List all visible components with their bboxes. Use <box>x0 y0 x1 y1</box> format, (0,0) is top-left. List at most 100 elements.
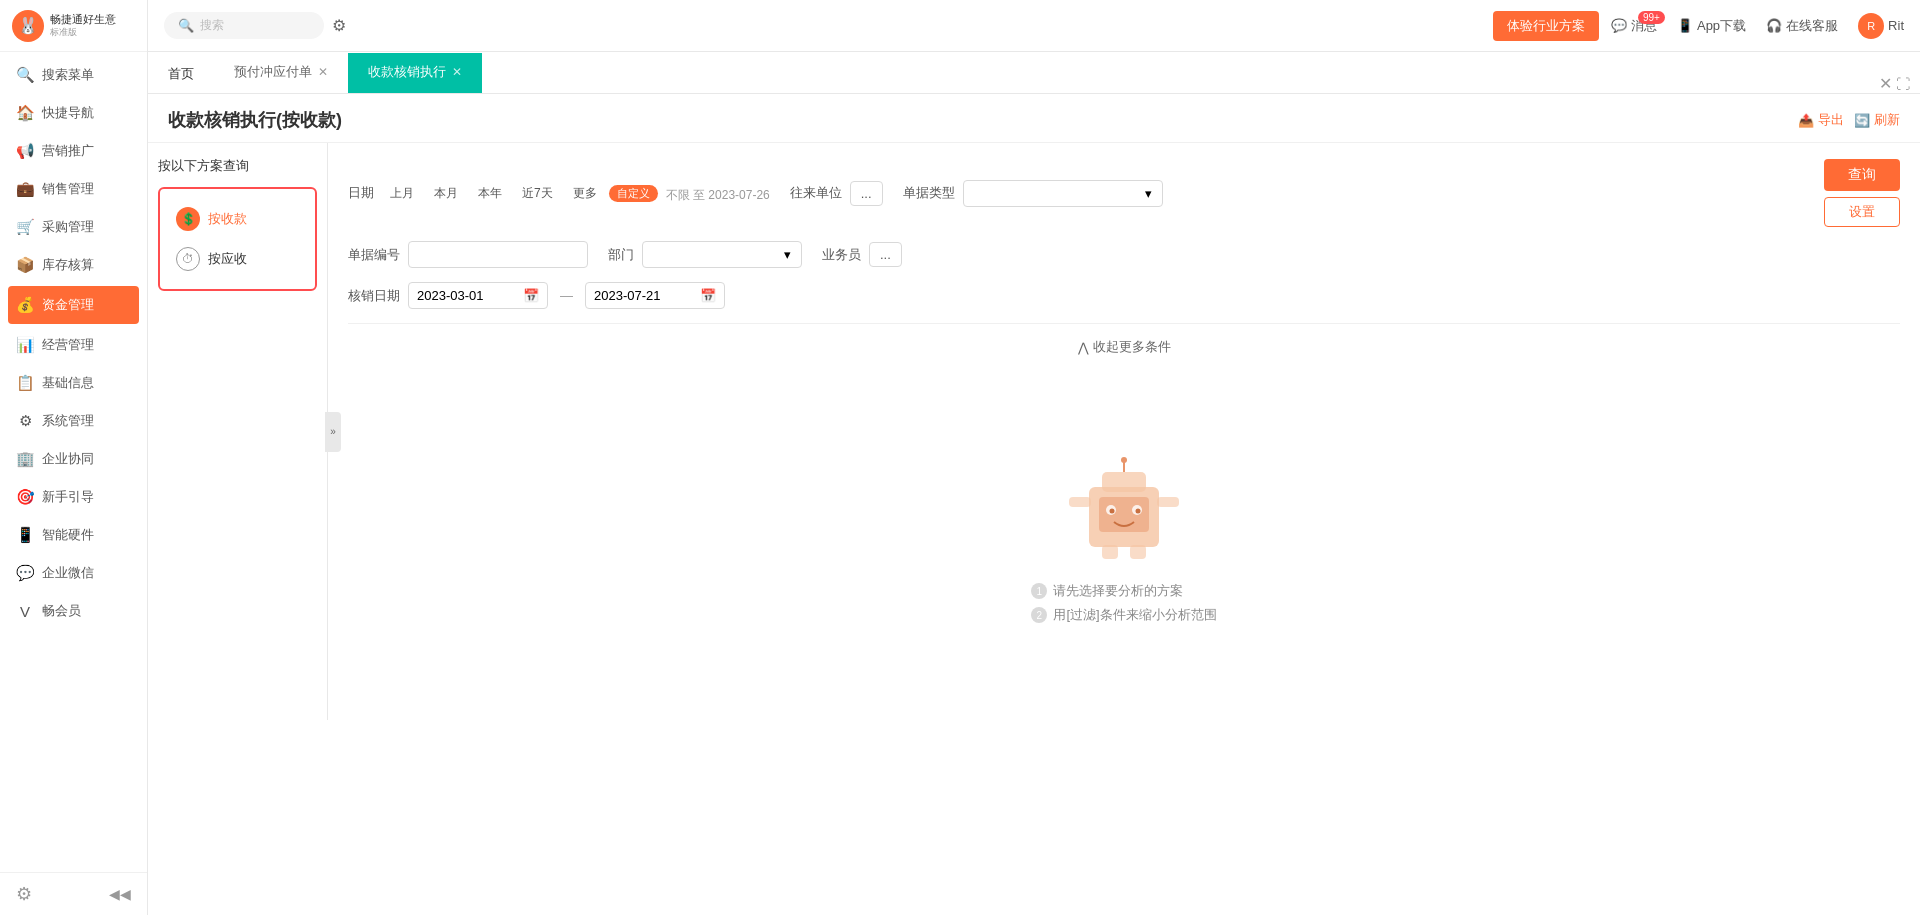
offset-date-from-value: 2023-03-01 <box>417 288 484 303</box>
doc-type-field: 单据类型 ▾ <box>903 180 1163 207</box>
header-search-box[interactable]: 🔍 搜索 <box>164 12 324 39</box>
tab-bar: 首页 预付冲应付单 ✕ 收款核销执行 ✕ ✕ ⛶ <box>148 52 1920 94</box>
sidebar-item-purchase[interactable]: 🛒采购管理 <box>0 208 147 246</box>
calendar-from-icon: 📅 <box>523 288 539 303</box>
custom-date-tag[interactable]: 自定义 <box>609 185 658 202</box>
collapse-label: 收起更多条件 <box>1093 338 1171 356</box>
weixin-icon: 💬 <box>16 564 34 582</box>
sidebar-item-sales[interactable]: 💼销售管理 <box>0 170 147 208</box>
tab-prepay-close[interactable]: ✕ <box>318 65 328 79</box>
hint-text-1: 请先选择要分析的方案 <box>1053 582 1183 600</box>
empty-hint-1: 1 请先选择要分析的方案 <box>1031 582 1216 600</box>
tab-close-all-icon[interactable]: ✕ <box>1879 74 1892 93</box>
collapse-sidebar-icon[interactable]: ◀◀ <box>109 886 131 902</box>
purchase-icon: 🛒 <box>16 218 34 236</box>
tab-prepay-label: 预付冲应付单 <box>234 63 312 81</box>
svg-point-5 <box>1136 509 1141 514</box>
top-header: 🔍 搜索 ⚙ 体验行业方案 💬 消息 99+ 📱 App下载 🎧 在线客服 R <box>148 0 1920 52</box>
filter-by-receivable-label: 按应收 <box>208 250 247 268</box>
gear-icon[interactable]: ⚙ <box>332 16 346 35</box>
date-field: 日期 上月 本月 本年 近7天 更多 自定义 不限 至 2023-07-26 <box>348 183 770 204</box>
sidebar-item-label-marketing: 营销推广 <box>42 142 94 160</box>
online-service-btn[interactable]: 🎧 在线客服 <box>1766 17 1838 35</box>
sidebar-item-search[interactable]: 🔍搜索菜单 <box>0 56 147 94</box>
tab-home[interactable]: 首页 <box>148 55 214 93</box>
date-range-dash: — <box>560 288 573 303</box>
date-btn-last-month[interactable]: 上月 <box>382 183 422 204</box>
svg-rect-10 <box>1157 497 1179 507</box>
staff-label: 业务员 <box>822 246 861 264</box>
svg-rect-12 <box>1130 545 1146 559</box>
doc-no-input[interactable] <box>408 241 588 268</box>
message-btn[interactable]: 💬 消息 99+ <box>1611 17 1657 35</box>
date-btn-last-7[interactable]: 近7天 <box>514 183 561 204</box>
sidebar-item-operations[interactable]: 📊经营管理 <box>0 326 147 364</box>
doc-type-select[interactable]: ▾ <box>963 180 1163 207</box>
message-icon: 💬 <box>1611 18 1627 33</box>
collapse-more-btn[interactable]: ⋀ 收起更多条件 <box>348 332 1900 362</box>
sidebar-item-quick-nav[interactable]: 🏠快捷导航 <box>0 94 147 132</box>
tab-prepay[interactable]: 预付冲应付单 ✕ <box>214 53 348 93</box>
industry-btn[interactable]: 体验行业方案 <box>1493 11 1599 41</box>
sidebar-item-member[interactable]: V畅会员 <box>0 592 147 630</box>
sidebar-item-hardware[interactable]: 📱智能硬件 <box>0 516 147 554</box>
page-title-bar: 收款核销执行(按收款) 📤 导出 🔄 刷新 <box>148 94 1920 143</box>
settings-icon[interactable]: ⚙ <box>16 883 32 905</box>
guide-icon: 🎯 <box>16 488 34 506</box>
query-actions: 查询 设置 <box>1824 159 1900 227</box>
app-download-btn[interactable]: 📱 App下载 <box>1677 17 1746 35</box>
sidebar-item-basic-info[interactable]: 📋 基础信息 <box>0 364 147 402</box>
sidebar-item-system[interactable]: ⚙系统管理 <box>0 402 147 440</box>
basic-info-icon: 📋 <box>16 374 34 392</box>
sidebar-item-marketing[interactable]: 📢营销推广 <box>0 132 147 170</box>
filter-by-receivable-icon: ⏱ <box>176 247 200 271</box>
date-btn-this-year[interactable]: 本年 <box>470 183 510 204</box>
sidebar-item-enterprise[interactable]: 🏢企业协同 <box>0 440 147 478</box>
sidebar-item-weixin[interactable]: 💬企业微信 <box>0 554 147 592</box>
sidebar-item-finance[interactable]: 💰资金管理 <box>8 286 139 324</box>
staff-input[interactable]: ... <box>869 242 902 267</box>
app-label: App下载 <box>1697 17 1746 35</box>
offset-date-to-value: 2023-07-21 <box>594 288 661 303</box>
filter-by-receipt[interactable]: 💲 按收款 <box>170 199 305 239</box>
sidebar-item-guide[interactable]: 🎯 新手引导 <box>0 478 147 516</box>
date-btn-more[interactable]: 更多 <box>565 183 605 204</box>
export-btn[interactable]: 📤 导出 <box>1798 111 1844 129</box>
search-placeholder: 搜索 <box>200 17 224 34</box>
sidebar-item-label-guide: 新手引导 <box>42 488 94 506</box>
dept-select[interactable]: ▾ <box>642 241 802 268</box>
svg-rect-6 <box>1102 472 1146 492</box>
user-profile-btn[interactable]: R Rit <box>1858 13 1904 39</box>
member-icon: V <box>16 603 34 620</box>
filter-panel-collapse[interactable]: » <box>325 412 341 452</box>
query-btn[interactable]: 查询 <box>1824 159 1900 191</box>
empty-hint-2: 2 用[过滤]条件来缩小分析范围 <box>1031 606 1216 624</box>
sidebar-item-label-basic-info: 基础信息 <box>42 374 94 392</box>
header-search-area: 🔍 搜索 ⚙ <box>164 12 1481 39</box>
hint-text-2: 用[过滤]条件来缩小分析范围 <box>1053 606 1216 624</box>
sidebar-item-inventory[interactable]: 📦库存核算 <box>0 246 147 284</box>
date-btn-this-month[interactable]: 本月 <box>426 183 466 204</box>
hint-num-1: 1 <box>1031 583 1047 599</box>
setting-btn[interactable]: 设置 <box>1824 197 1900 227</box>
tab-receipt-offset[interactable]: 收款核销执行 ✕ <box>348 53 482 93</box>
refresh-label: 刷新 <box>1874 111 1900 129</box>
offset-date-from-input[interactable]: 2023-03-01 📅 <box>408 282 548 309</box>
empty-illustration-svg <box>1064 442 1184 562</box>
sidebar-nav: 🔍搜索菜单🏠快捷导航📢营销推广💼销售管理🛒采购管理📦库存核算💰资金管理📊经营管理… <box>0 52 147 872</box>
partner-input[interactable]: ... <box>850 181 883 206</box>
sidebar-item-label-inventory: 库存核算 <box>42 256 94 274</box>
divider <box>348 323 1900 324</box>
svg-point-8 <box>1121 457 1127 463</box>
refresh-btn[interactable]: 🔄 刷新 <box>1854 111 1900 129</box>
offset-date-to-input[interactable]: 2023-07-21 📅 <box>585 282 725 309</box>
hint-num-2: 2 <box>1031 607 1047 623</box>
query-area: 日期 上月 本月 本年 近7天 更多 自定义 不限 至 2023-07-26 <box>328 143 1920 720</box>
search-icon: 🔍 <box>178 18 194 33</box>
title-actions: 📤 导出 🔄 刷新 <box>1798 111 1900 129</box>
sidebar-item-label-system: 系统管理 <box>42 412 94 430</box>
filter-by-receipt-label: 按收款 <box>208 210 247 228</box>
tab-receipt-offset-close[interactable]: ✕ <box>452 65 462 79</box>
filter-by-receivable[interactable]: ⏱ 按应收 <box>170 239 305 279</box>
tab-expand-icon[interactable]: ⛶ <box>1896 76 1910 92</box>
